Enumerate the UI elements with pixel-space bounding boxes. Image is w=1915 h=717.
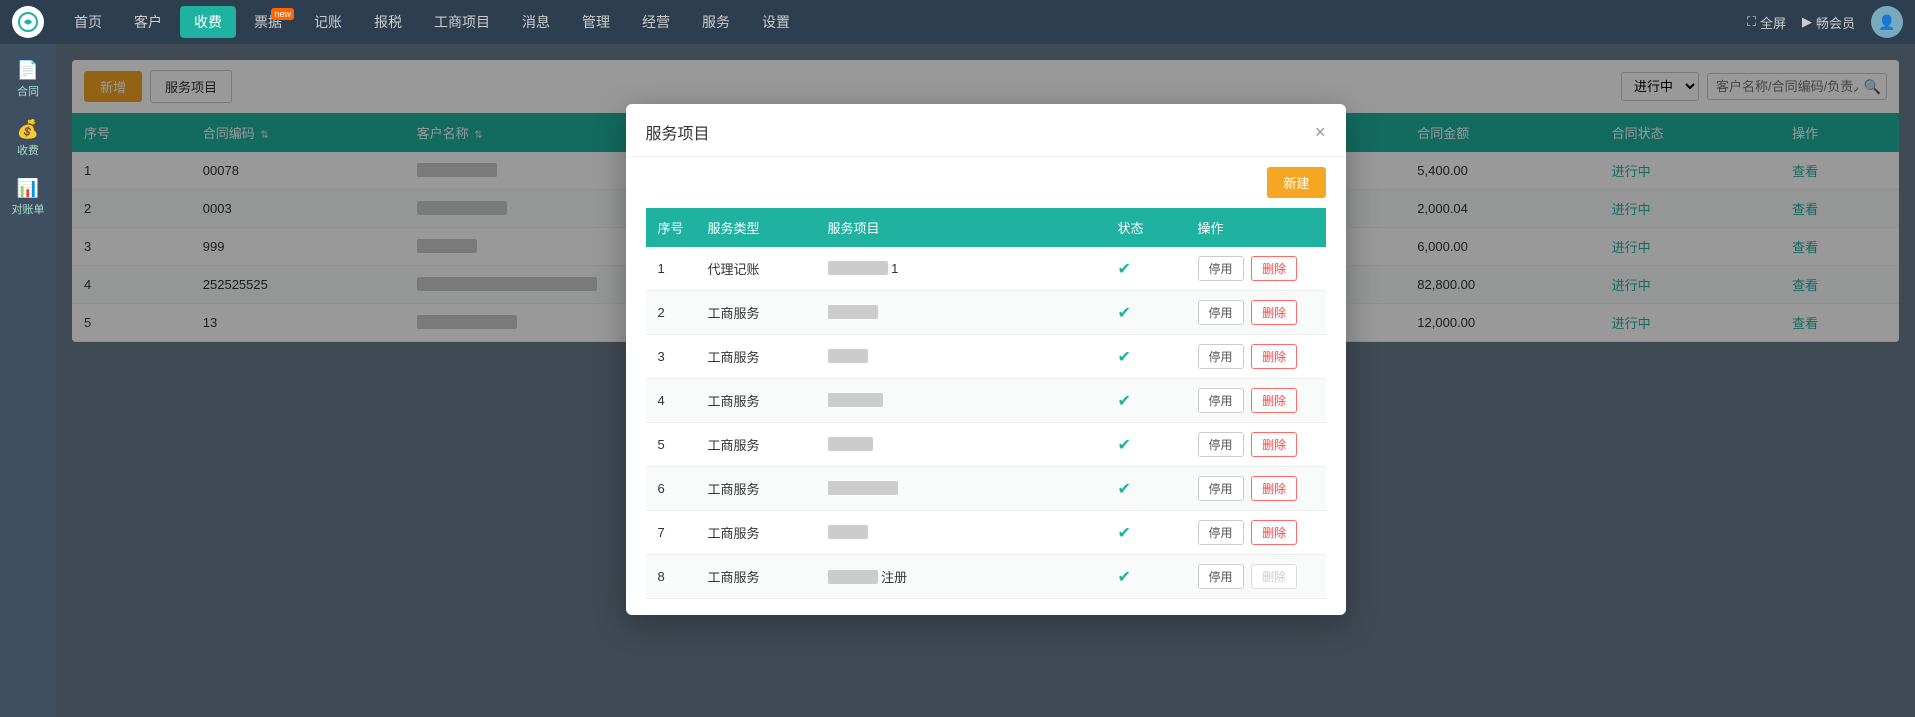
modal-col-seq: 序号 [646, 208, 696, 247]
nav-invoice[interactable]: 票据 new [240, 6, 296, 38]
delete-button[interactable]: 删除 [1251, 388, 1297, 413]
modal-toolbar: 新建 [626, 157, 1346, 208]
fullscreen-button[interactable]: ⛶ 全屏 [1747, 13, 1786, 32]
modal-col-action: 操作 [1186, 208, 1326, 247]
nav-biz-project[interactable]: 工商项目 [420, 6, 504, 38]
sidebar-item-statement[interactable]: 📊 对账单 [3, 170, 53, 225]
modal-col-item: 服务项目 [816, 208, 1106, 247]
nav-service[interactable]: 服务 [688, 6, 744, 38]
service-items-modal: 服务项目 × 新建 序号 服务类型 服务项目 [626, 104, 1346, 615]
member-icon: ▶ [1802, 14, 1812, 30]
modal-table-wrap: 序号 服务类型 服务项目 状态 操作 1 代理记账 [646, 208, 1326, 599]
stop-button[interactable]: 停用 [1198, 520, 1244, 545]
billing-icon: 💰 [17, 119, 39, 140]
delete-button[interactable]: 删除 [1251, 256, 1297, 281]
modal-table-row: 6 工商服务 ✔ 停用 删除 [646, 467, 1326, 511]
nav-message[interactable]: 消息 [508, 6, 564, 38]
service-items-table: 序号 服务类型 服务项目 状态 操作 1 代理记账 [646, 208, 1326, 599]
modal-table-row: 4 工商服务 ✔ 停用 删除 [646, 379, 1326, 423]
delete-button[interactable]: 删除 [1251, 300, 1297, 325]
new-badge: new [271, 8, 294, 20]
fullscreen-icon: ⛶ [1747, 14, 1756, 30]
member-button[interactable]: ▶ 畅会员 [1802, 13, 1855, 32]
main-content: 新增 服务项目 进行中 全部 已完成 已取消 🔍 [56, 44, 1915, 717]
left-sidebar: 📄 合同 💰 收费 📊 对账单 [0, 44, 56, 717]
modal-overlay: 服务项目 × 新建 序号 服务类型 服务项目 [56, 44, 1915, 717]
modal-table-row: 8 工商服务 注册 ✔ 停用 删除 [646, 555, 1326, 599]
delete-button[interactable]: 删除 [1251, 520, 1297, 545]
nav-customer[interactable]: 客户 [120, 6, 176, 38]
nav-tax[interactable]: 报税 [360, 6, 416, 38]
modal-table-row: 5 工商服务 ✔ 停用 删除 [646, 423, 1326, 467]
modal-col-type: 服务类型 [696, 208, 816, 247]
modal-col-status: 状态 [1106, 208, 1186, 247]
nav-billing[interactable]: 收费 [180, 6, 236, 38]
stop-button[interactable]: 停用 [1198, 476, 1244, 501]
modal-close-button[interactable]: × [1315, 123, 1326, 141]
nav-settings[interactable]: 设置 [748, 6, 804, 38]
stop-button[interactable]: 停用 [1198, 564, 1244, 589]
sidebar-item-billing[interactable]: 💰 收费 [3, 111, 53, 166]
modal-title: 服务项目 [646, 120, 710, 144]
nav-manage[interactable]: 管理 [568, 6, 624, 38]
top-navigation: 首页 客户 收费 票据 new 记账 报税 工商项目 消息 管理 经营 服务 设… [0, 0, 1915, 44]
app-logo [12, 6, 44, 38]
contract-icon: 📄 [17, 60, 39, 81]
nav-home[interactable]: 首页 [60, 6, 116, 38]
stop-button[interactable]: 停用 [1198, 256, 1244, 281]
modal-table-row: 7 工商服务 ✔ 停用 删除 [646, 511, 1326, 555]
sidebar-item-contract[interactable]: 📄 合同 [3, 52, 53, 107]
delete-button[interactable]: 删除 [1251, 476, 1297, 501]
modal-table-row: 2 工商服务 ✔ 停用 删除 [646, 291, 1326, 335]
stop-button[interactable]: 停用 [1198, 432, 1244, 457]
nav-menu: 首页 客户 收费 票据 new 记账 报税 工商项目 消息 管理 经营 服务 设… [60, 6, 1747, 38]
modal-table-row: 3 工商服务 ✔ 停用 删除 [646, 335, 1326, 379]
nav-accounting[interactable]: 记账 [300, 6, 356, 38]
nav-operation[interactable]: 经营 [628, 6, 684, 38]
delete-button[interactable]: 删除 [1251, 432, 1297, 457]
nav-right-actions: ⛶ 全屏 ▶ 畅会员 👤 [1747, 6, 1903, 38]
modal-body: 序号 服务类型 服务项目 状态 操作 1 代理记账 [626, 208, 1346, 615]
stop-button[interactable]: 停用 [1198, 300, 1244, 325]
modal-header: 服务项目 × [626, 104, 1346, 157]
user-avatar[interactable]: 👤 [1871, 6, 1903, 38]
delete-button[interactable]: 删除 [1251, 344, 1297, 369]
delete-button-disabled: 删除 [1251, 564, 1297, 589]
stop-button[interactable]: 停用 [1198, 388, 1244, 413]
statement-icon: 📊 [17, 178, 39, 199]
stop-button[interactable]: 停用 [1198, 344, 1244, 369]
modal-table-row: 1 代理记账 1 ✔ 停用 删除 [646, 247, 1326, 291]
modal-new-button[interactable]: 新建 [1267, 167, 1325, 198]
